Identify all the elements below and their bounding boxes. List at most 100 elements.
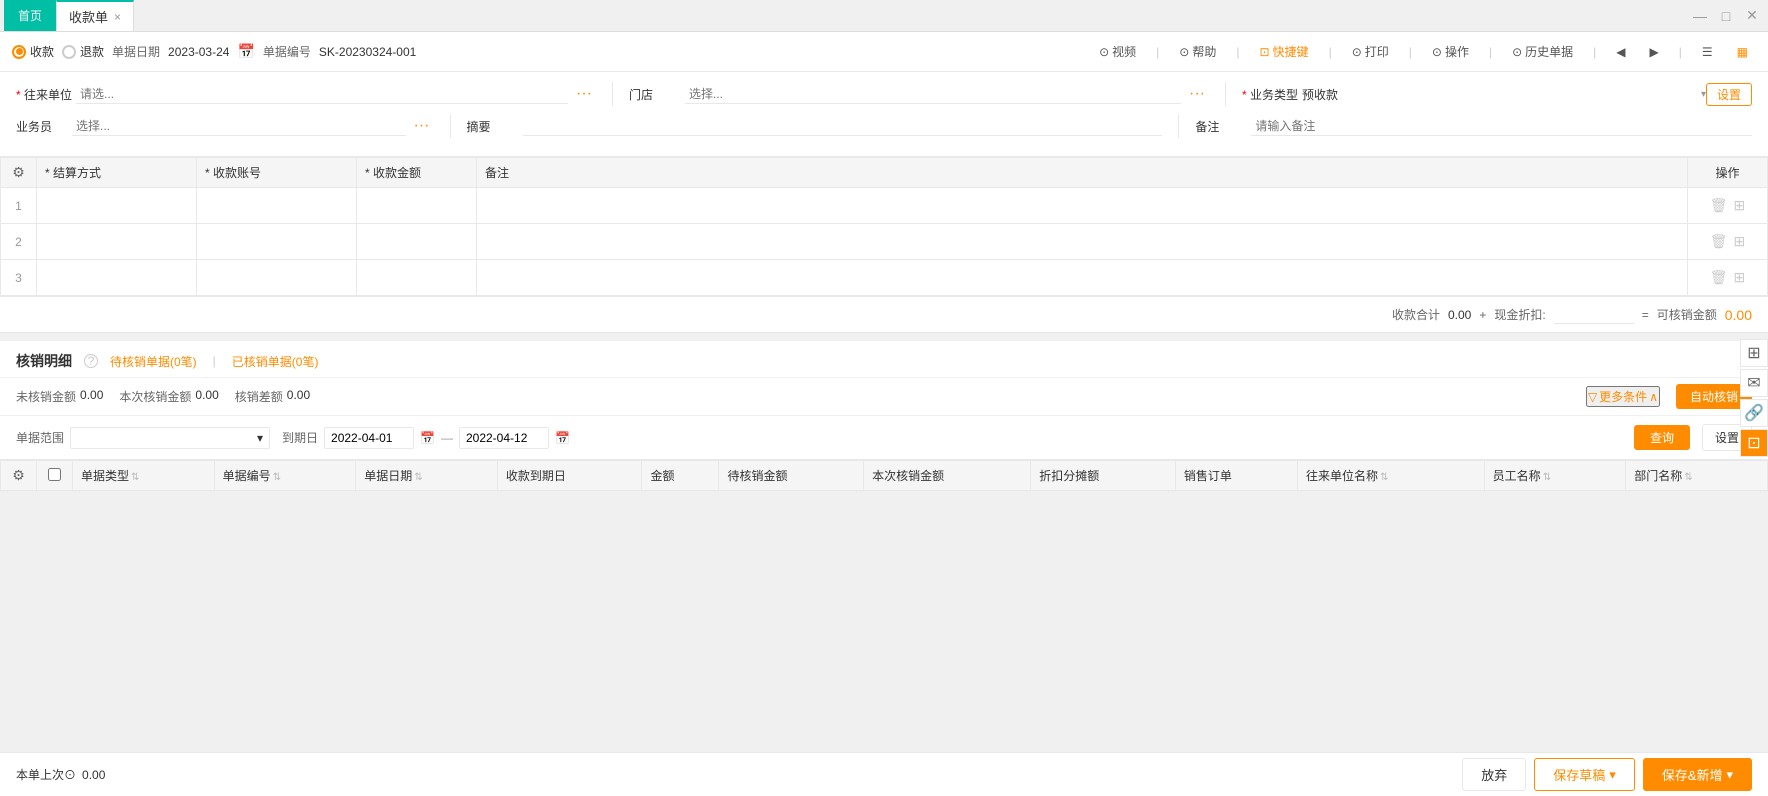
store-input[interactable]	[685, 85, 1181, 104]
bottom-table-settings-icon[interactable]: ⚙	[12, 467, 25, 483]
shortcut-label: 快捷键	[1273, 43, 1309, 60]
delete-icon-2[interactable]: 🗑	[1710, 233, 1728, 250]
delete-icon-1[interactable]: 🗑	[1710, 197, 1728, 214]
actions-button[interactable]: ⊙ 操作	[1424, 41, 1477, 62]
right-email-icon[interactable]: ✉	[1740, 369, 1768, 397]
diff-stat: 核销差额 0.00	[235, 388, 310, 405]
radio-receipt[interactable]: 收款	[12, 43, 54, 60]
row-num-1: 1	[1, 188, 37, 224]
row-num-2: 2	[1, 224, 37, 260]
col-remark: 备注	[477, 158, 1688, 188]
settlement-cell-1[interactable]	[37, 188, 197, 224]
counterparty-more-icon[interactable]: ···	[572, 85, 596, 103]
sort-icon-3[interactable]: ⇅	[414, 472, 422, 483]
select-all-checkbox[interactable]	[48, 468, 61, 481]
equals-sign: =	[1642, 308, 1649, 322]
calendar-icon[interactable]: 📅	[237, 43, 254, 60]
discard-button[interactable]: 放弃	[1462, 758, 1526, 791]
help-button[interactable]: ⊙ 帮助	[1171, 41, 1224, 62]
account-cell-2[interactable]	[197, 224, 357, 260]
grid-button[interactable]: ▦	[1729, 43, 1756, 61]
info-icon[interactable]: ?	[84, 354, 98, 368]
range-select[interactable]: ▾	[70, 427, 270, 449]
close-window-button[interactable]: ✕	[1740, 4, 1764, 28]
range-label: 单据范围	[16, 429, 64, 446]
staff-input[interactable]	[72, 117, 406, 136]
maximize-button[interactable]: □	[1714, 4, 1738, 28]
minimize-button[interactable]: —	[1688, 4, 1712, 28]
amount-cell-3[interactable]	[357, 260, 477, 296]
unrealized-stat: 未核销金额 0.00	[16, 388, 103, 405]
store-more-icon[interactable]: ···	[1185, 85, 1209, 103]
tab-receipt[interactable]: 收款单 ×	[56, 0, 134, 31]
bottom-table-container: ⚙ 单据类型⇅ 单据编号⇅ 单据日期⇅	[0, 460, 1768, 491]
sort-icon-2[interactable]: ⇅	[273, 472, 281, 483]
help-icon: ⊙	[1179, 45, 1189, 59]
summary-input[interactable]	[523, 117, 1163, 136]
remark-input[interactable]	[1251, 117, 1752, 136]
tab-close-icon[interactable]: ×	[114, 10, 121, 24]
print-button[interactable]: ⊙ 打印	[1344, 41, 1397, 62]
sort-icon-4[interactable]: ⇅	[1380, 472, 1388, 483]
settlement-cell-2[interactable]	[37, 224, 197, 260]
radio-refund[interactable]: 退款	[62, 43, 104, 60]
next-page-button[interactable]: ▶	[1642, 43, 1667, 61]
right-link-icon[interactable]: 🔗	[1740, 399, 1768, 427]
remark-cell-1[interactable]	[477, 188, 1688, 224]
data-table: ⚙ * 结算方式 * 收款账号 * 收款金额 备注 操作	[0, 157, 1768, 296]
setup-button[interactable]: 设置	[1706, 83, 1752, 106]
account-cell-1[interactable]	[197, 188, 357, 224]
amount-cell-2[interactable]	[357, 224, 477, 260]
save-draft-button[interactable]: 保存草稿 ▾	[1534, 758, 1635, 791]
date-label: 单据日期	[112, 43, 160, 60]
date-from-input[interactable]	[324, 427, 414, 449]
business-type-label: 业务类型	[1242, 86, 1298, 103]
date-to-input[interactable]	[459, 427, 549, 449]
total-label: 收款合计	[1392, 306, 1440, 323]
right-screenshot-icon[interactable]: ⊡	[1740, 429, 1768, 457]
number-label: 单据编号	[263, 43, 311, 60]
summary-row: 收款合计 0.00 + 现金折扣: = 可核销金额 0.00	[0, 297, 1768, 333]
sort-icon-5[interactable]: ⇅	[1543, 472, 1551, 483]
table-row: 1 🗑 ⊞	[1, 188, 1768, 224]
copy-icon-1[interactable]: ⊞	[1734, 197, 1746, 214]
settlement-cell-3[interactable]	[37, 260, 197, 296]
copy-icon-2[interactable]: ⊞	[1734, 233, 1746, 250]
discount-input[interactable]	[1554, 305, 1634, 324]
table-row: 2 🗑 ⊞	[1, 224, 1768, 260]
pending-tab[interactable]: 待核销单据(0笔)	[110, 353, 197, 370]
cal-to-icon[interactable]: 📅	[555, 431, 570, 445]
store-field: 门店 ···	[629, 85, 1209, 104]
table-settings-icon[interactable]: ⚙	[12, 164, 25, 180]
amount-cell-1[interactable]	[357, 188, 477, 224]
more-filter-button[interactable]: ▽ 更多条件 ∧	[1586, 386, 1660, 407]
verification-section: 核销明细 ? 待核销单据(0笔) | 已核销单据(0笔) 未核销金额 0.00 …	[0, 341, 1768, 491]
done-tab[interactable]: 已核销单据(0笔)	[232, 353, 319, 370]
shortcut-button[interactable]: ⊡ 快捷键	[1251, 41, 1316, 62]
diff-value: 0.00	[287, 388, 310, 405]
remark-cell-2[interactable]	[477, 224, 1688, 260]
menu-button[interactable]: ☰	[1694, 43, 1721, 61]
video-button[interactable]: ⊙ 视频	[1091, 41, 1144, 62]
col-counterparty: 往来单位名称⇅	[1297, 461, 1484, 491]
tab-home[interactable]: 首页	[4, 0, 56, 31]
copy-icon-3[interactable]: ⊞	[1734, 269, 1746, 286]
delete-icon-3[interactable]: 🗑	[1710, 269, 1728, 286]
sort-icon-6[interactable]: ⇅	[1684, 472, 1692, 483]
query-button[interactable]: 查询	[1634, 425, 1690, 450]
right-table-icon[interactable]: ⊞	[1740, 339, 1768, 367]
save-new-button[interactable]: 保存&新增 ▾	[1643, 758, 1752, 791]
section-title: 核销明细	[16, 351, 72, 371]
save-new-chevron: ▾	[1726, 767, 1733, 783]
col-account: * 收款账号	[197, 158, 357, 188]
net-value: 0.00	[1725, 307, 1752, 323]
staff-more-icon[interactable]: ···	[410, 117, 434, 135]
account-cell-3[interactable]	[197, 260, 357, 296]
remark-cell-3[interactable]	[477, 260, 1688, 296]
counterparty-input[interactable]	[76, 85, 568, 104]
col-doc-date: 单据日期⇅	[356, 461, 498, 491]
sort-icon-1[interactable]: ⇅	[131, 472, 139, 483]
history-button[interactable]: ⊙ 历史单据	[1504, 41, 1581, 62]
cal-from-icon[interactable]: 📅	[420, 431, 435, 445]
prev-page-button[interactable]: ◀	[1608, 43, 1633, 61]
